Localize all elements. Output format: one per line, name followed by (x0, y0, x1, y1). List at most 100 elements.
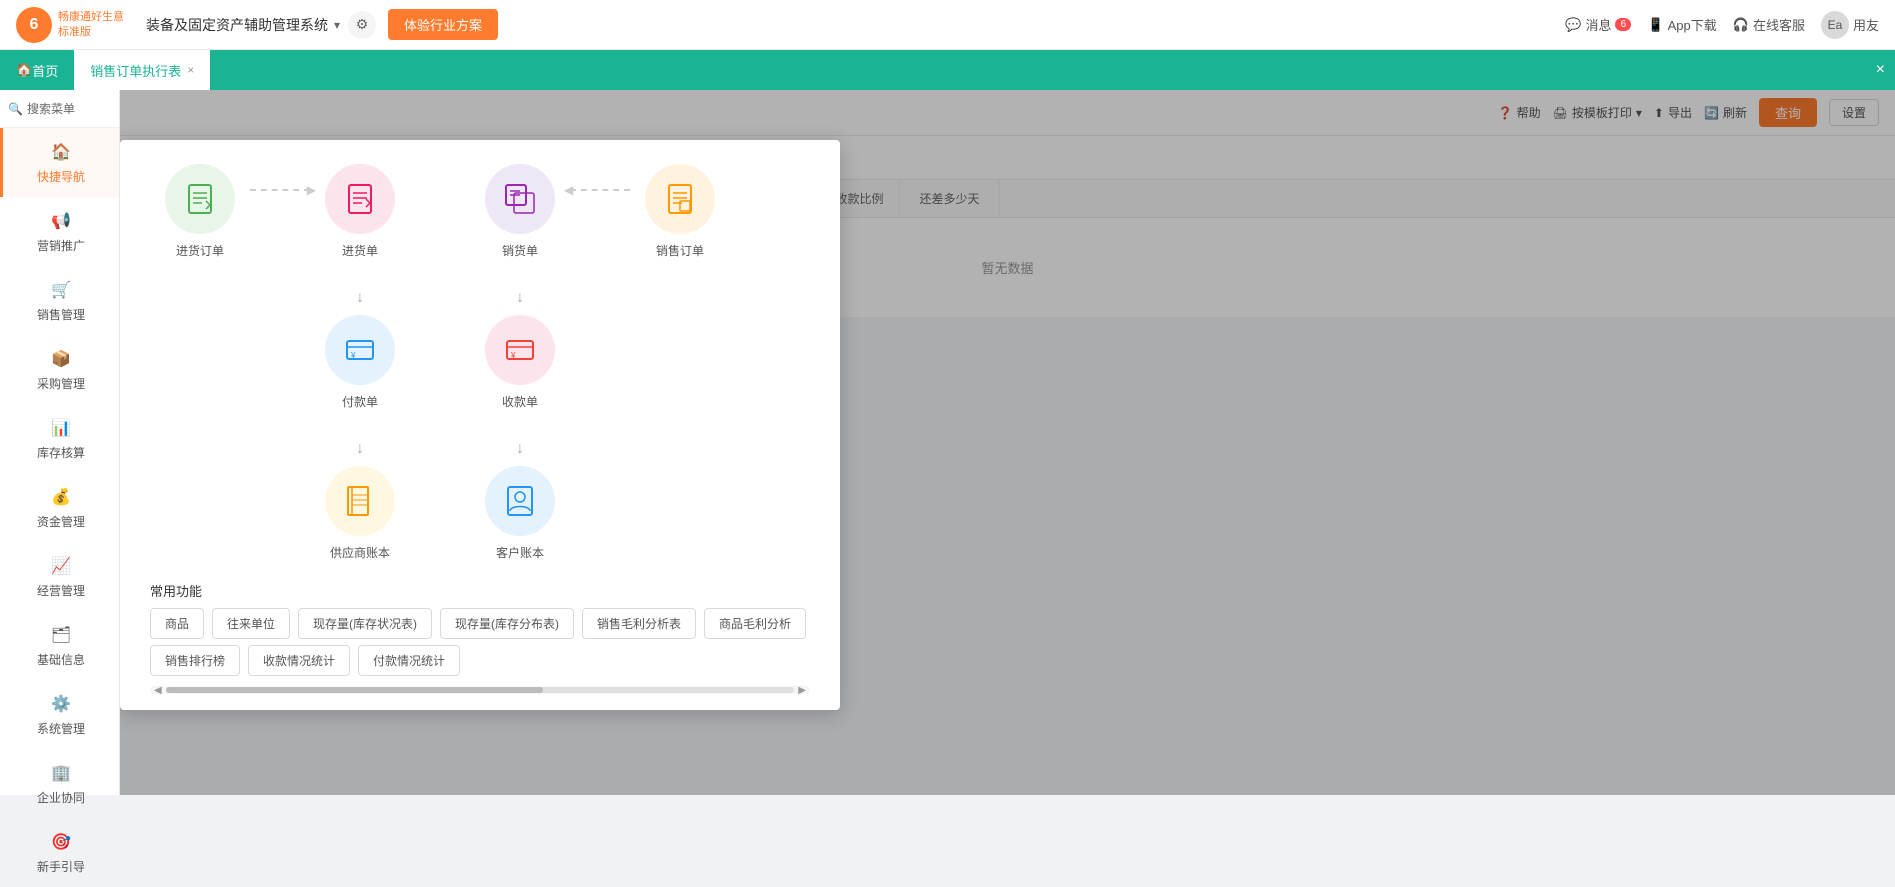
func-btn-partners[interactable]: 往来单位 (212, 608, 290, 639)
app-download-label: App下载 (1668, 15, 1717, 34)
v-arrow-spacer (150, 289, 250, 307)
receipt-icon: ¥ (485, 315, 555, 385)
flow-node-customer-ledger[interactable]: 客户账本 (470, 466, 570, 561)
flow-node-purchase-order[interactable]: 进货订单 (150, 164, 250, 259)
scroll-right-arrow[interactable]: ▶ (794, 685, 810, 696)
message-item[interactable]: 💬 消息 6 (1565, 15, 1631, 34)
sidebar-item-label-inventory: 库存核算 (37, 444, 85, 461)
scrollbar-thumb[interactable] (166, 687, 543, 693)
sidebar-item-newbie[interactable]: 🎯 新手引导 (0, 818, 119, 887)
sidebar-item-inventory[interactable]: 📊 库存核算 (0, 404, 119, 473)
sidebar-item-enterprise[interactable]: 🏢 企业协同 (0, 749, 119, 818)
receipt-label: 收款单 (502, 393, 538, 410)
user-item[interactable]: Ea 用友 (1821, 11, 1879, 39)
purchase-icon: 📦 (49, 347, 73, 371)
payment-label: 付款单 (342, 393, 378, 410)
trial-button[interactable]: 体验行业方案 (388, 9, 498, 40)
customer-ledger-icon (485, 466, 555, 536)
newbie-icon: 🎯 (49, 830, 73, 854)
v-arrow-supplier: ↓ (310, 440, 410, 458)
svg-text:¥: ¥ (510, 351, 516, 360)
func-btn-stock-dist[interactable]: 现存量(库存分布表) (440, 608, 574, 639)
purchase-order-label: 进货订单 (176, 242, 224, 259)
v-arrow-customer: ↓ (470, 440, 570, 458)
logo-icon: 6 (16, 7, 52, 43)
sidebar-item-label-sales: 销售管理 (37, 306, 85, 323)
tab-sales-order[interactable]: 销售订单执行表 × (74, 50, 210, 90)
gear-icon[interactable]: ⚙ (348, 11, 376, 39)
sidebar-item-purchase[interactable]: 📦 采购管理 (0, 335, 119, 404)
func-btn-sales-profit[interactable]: 销售毛利分析表 (582, 608, 696, 639)
payment-icon: ¥ (325, 315, 395, 385)
popup-scrollbar[interactable]: ◀ ▶ (150, 686, 810, 694)
message-badge: 6 (1615, 18, 1631, 31)
sidebar-item-system[interactable]: ⚙️ 系统管理 (0, 680, 119, 749)
sidebar-item-business[interactable]: 📈 经营管理 (0, 542, 119, 611)
tab-home[interactable]: 🏠 首页 (0, 50, 74, 90)
sales-icon: 🛒 (49, 278, 73, 302)
func-btn-goods-profit[interactable]: 商品毛利分析 (704, 608, 806, 639)
sidebar-item-label-finance: 资金管理 (37, 513, 85, 530)
top-bar: 6 畅康通好生意 标准版 装备及固定资产辅助管理系统 ▾ ⚙ 体验行业方案 💬 … (0, 0, 1895, 50)
sidebar-item-label-marketing: 营销推广 (37, 237, 85, 254)
tab-close-icon[interactable]: × (187, 63, 194, 77)
supplier-ledger-icon (325, 466, 395, 536)
v-arr-sp3 (410, 440, 470, 458)
basic-icon: 🗂 (49, 623, 73, 647)
online-service-item[interactable]: 🎧 在线客服 (1733, 15, 1805, 34)
online-service-label: 在线客服 (1753, 15, 1805, 34)
home-icon: 🏠 (16, 62, 32, 78)
func-btn-payment-stats[interactable]: 付款情况统计 (358, 645, 460, 676)
sales-bill-label: 销货单 (502, 242, 538, 259)
sales-order-icon (645, 164, 715, 234)
top-right-area: 💬 消息 6 📱 App下载 🎧 在线客服 Ea 用友 (1565, 11, 1879, 39)
sidebar-item-finance[interactable]: 💰 资金管理 (0, 473, 119, 542)
common-func-title: 常用功能 (150, 581, 810, 600)
sidebar-search[interactable]: 🔍 搜索菜单 (0, 90, 119, 128)
customer-ledger-label: 客户账本 (496, 544, 544, 561)
system-dropdown-btn[interactable]: ▾ (334, 18, 340, 32)
sidebar-item-label-enterprise: 企业协同 (37, 789, 85, 806)
message-icon: 💬 (1565, 17, 1581, 33)
func-btn-sales-rank[interactable]: 销售排行榜 (150, 645, 240, 676)
tab-bar-close-all[interactable]: × (1876, 61, 1885, 79)
flow-node-payment[interactable]: ¥ 付款单 (310, 315, 410, 410)
flow-node-sales-order[interactable]: 销售订单 (630, 164, 730, 259)
v-arr-sp2 (250, 440, 310, 458)
tab-sales-order-label: 销售订单执行表 (90, 61, 181, 80)
v-arrows-row: ↓ ↓ (150, 289, 810, 307)
phone-icon: 📱 (1647, 17, 1663, 33)
func-btn-goods[interactable]: 商品 (150, 608, 204, 639)
flow-row-2: ¥ 付款单 ¥ 收款单 (150, 315, 810, 410)
sales-order-label: 销售订单 (656, 242, 704, 259)
scrollbar-track[interactable] (166, 687, 795, 693)
v-arr-sp1 (150, 440, 250, 458)
avatar: Ea (1821, 11, 1849, 39)
sidebar-item-label-system: 系统管理 (37, 720, 85, 737)
sidebar-item-marketing[interactable]: 📢 营销推广 (0, 197, 119, 266)
scroll-left-arrow[interactable]: ◀ (150, 685, 166, 696)
flow-node-receipt[interactable]: ¥ 收款单 (470, 315, 570, 410)
func-btn-stock-status[interactable]: 现存量(库存状况表) (298, 608, 432, 639)
sidebar-item-quick-nav[interactable]: 🏠 快捷导航 (0, 128, 119, 197)
v-arrow-payment: ↓ (310, 289, 410, 307)
v-arrow-spacer3 (410, 289, 470, 307)
sales-bill-icon (485, 164, 555, 234)
purchase-bill-icon (325, 164, 395, 234)
tab-bar: 🏠 首页 销售订单执行表 × × (0, 50, 1895, 90)
sidebar-item-sales[interactable]: 🛒 销售管理 (0, 266, 119, 335)
func-btn-receipt-stats[interactable]: 收款情况统计 (248, 645, 350, 676)
flow-node-supplier-ledger[interactable]: 供应商账本 (310, 466, 410, 561)
quick-nav-icon: 🏠 (49, 140, 73, 164)
flow-node-purchase-bill[interactable]: 进货单 (310, 164, 410, 259)
system-title-area: 装备及固定资产辅助管理系统 ▾ ⚙ 体验行业方案 (146, 9, 1565, 40)
app-download-item[interactable]: 📱 App下载 (1647, 15, 1716, 34)
sidebar: 🔍 搜索菜单 🏠 快捷导航 📢 营销推广 🛒 销售管理 📦 采购管理 📊 库存核… (0, 90, 120, 795)
sidebar-item-basic[interactable]: 🗂 基础信息 (0, 611, 119, 680)
content-area: ❓ 帮助 🖨 按模板打印 ▾ ⬆ 导出 🔄 刷新 查询 设置 📅 — (120, 90, 1895, 795)
logo-area: 6 畅康通好生意 标准版 (16, 7, 136, 43)
enterprise-icon: 🏢 (49, 761, 73, 785)
popup-modal: 进货订单 ▶ (120, 140, 840, 710)
sidebar-item-label-basic: 基础信息 (37, 651, 85, 668)
flow-node-sales-bill[interactable]: 销货单 (470, 164, 570, 259)
